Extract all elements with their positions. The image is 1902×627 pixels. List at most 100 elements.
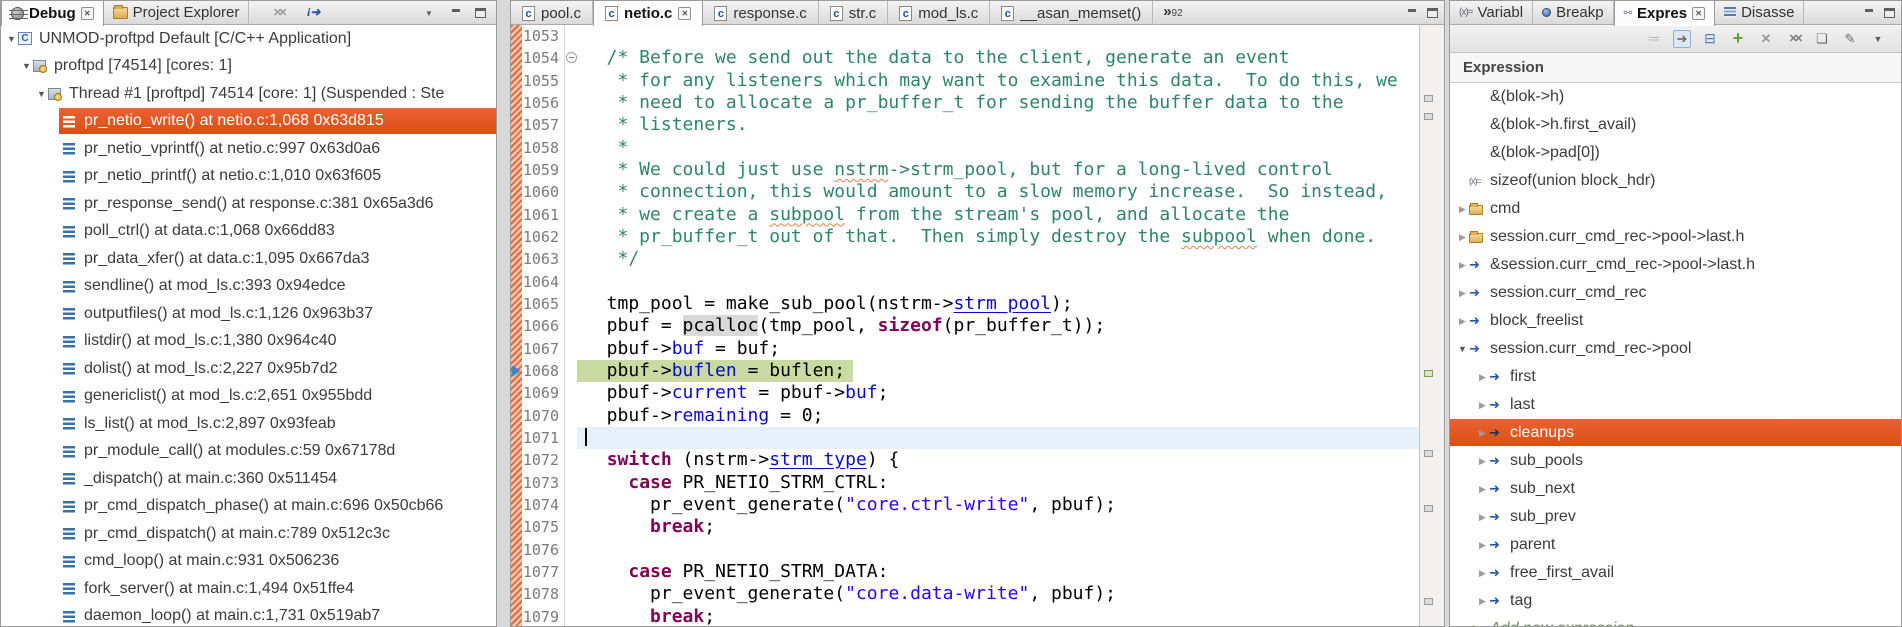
stack-row[interactable]: sendline() at mod_ls.c:393 0x94edce bbox=[1, 273, 496, 301]
tab-expres[interactable]: Expres✕ bbox=[1614, 1, 1715, 26]
expression-row[interactable]: +Add new expression bbox=[1450, 615, 1901, 626]
show-logical-structure-icon[interactable]: ➜ bbox=[1673, 30, 1691, 48]
overview-annotation[interactable] bbox=[1424, 505, 1433, 512]
stack-row[interactable]: _dispatch() at main.c:360 0x511454 bbox=[1, 465, 496, 493]
stack-row[interactable]: ls_list() at mod_ls.c:2,897 0x93feab bbox=[1, 410, 496, 438]
expander-icon[interactable]: ▶ bbox=[1456, 316, 1469, 327]
overview-annotation[interactable] bbox=[1424, 113, 1433, 120]
code-line[interactable]: * bbox=[577, 137, 1419, 159]
remove-all-terminated-icon[interactable]: ✕✕ bbox=[273, 6, 283, 19]
expander-icon[interactable]: ▶ bbox=[1476, 484, 1489, 495]
line-number-ruler[interactable]: 1053105410551056105710581059106010611062… bbox=[522, 25, 564, 626]
code-line[interactable] bbox=[577, 427, 1419, 449]
expander-icon[interactable]: ▶ bbox=[1476, 596, 1489, 607]
fold-collapse-icon[interactable] bbox=[566, 52, 577, 63]
stack-row[interactable]: pr_cmd_dispatch_phase() at main.c:696 0x… bbox=[1, 493, 496, 521]
expander-icon[interactable]: ▶ bbox=[1476, 400, 1489, 411]
stack-row[interactable]: pr_netio_write() at netio.c:1,068 0x63d8… bbox=[1, 108, 496, 136]
sash-debug-editor[interactable] bbox=[497, 0, 510, 627]
stack-row[interactable]: ▼UNMOD-proftpd Default [C/C++ Applicatio… bbox=[1, 25, 496, 53]
stack-row[interactable]: daemon_loop() at main.c:1,731 0x519ab7 bbox=[1, 603, 496, 627]
maximize-icon[interactable] bbox=[1884, 8, 1895, 18]
code-line[interactable]: pr_event_generate("core.ctrl-write", pbu… bbox=[577, 494, 1419, 516]
code-line[interactable]: pbuf->current = pbuf->buf; bbox=[577, 382, 1419, 404]
restart-icon[interactable]: i➜ bbox=[307, 5, 320, 20]
stack-row[interactable]: fork_server() at main.c:1,494 0x51ffe4 bbox=[1, 575, 496, 603]
code-line[interactable]: * need to allocate a pr_buffer_t for sen… bbox=[577, 92, 1419, 114]
stack-row[interactable]: pr_netio_printf() at netio.c:1,010 0x63f… bbox=[1, 163, 496, 191]
expander-icon[interactable]: ▶ bbox=[1476, 372, 1489, 383]
editor-tab-pool-c[interactable]: pool.c bbox=[511, 1, 593, 25]
expander-icon[interactable]: ▶ bbox=[1456, 260, 1469, 271]
editor-tab-netio-c[interactable]: netio.c✕ bbox=[593, 1, 703, 26]
editor-tab--asan-memset-[interactable]: __asan_memset() bbox=[990, 1, 1153, 25]
code-line[interactable]: switch (nstrm->strm_type) { bbox=[577, 449, 1419, 471]
tab-breakp[interactable]: Breakp bbox=[1533, 1, 1614, 24]
code-line[interactable]: case PR_NETIO_STRM_DATA: bbox=[577, 561, 1419, 583]
overview-annotation[interactable] bbox=[1424, 95, 1433, 102]
annotation-ruler[interactable] bbox=[511, 25, 522, 626]
code-line[interactable]: * connection, this would amount to a slo… bbox=[577, 181, 1419, 203]
overview-annotation[interactable] bbox=[1424, 450, 1433, 457]
tab-variabl[interactable]: Variabl bbox=[1450, 1, 1533, 24]
stack-row[interactable]: ▼Thread #1 [proftpd] 74514 [core: 1] (Su… bbox=[1, 80, 496, 108]
expression-row[interactable]: ▶session.curr_cmd_rec->pool->last.h bbox=[1450, 223, 1901, 251]
expression-row[interactable]: ▼session.curr_cmd_rec->pool bbox=[1450, 335, 1901, 363]
tab-disasse[interactable]: Disasse bbox=[1715, 1, 1804, 24]
edit-expression-icon[interactable]: ✎ bbox=[1841, 30, 1859, 48]
overview-ruler[interactable] bbox=[1419, 25, 1444, 626]
expression-row[interactable]: ▶last bbox=[1450, 391, 1901, 419]
expression-row[interactable]: ▶parent bbox=[1450, 531, 1901, 559]
code-line[interactable]: case PR_NETIO_STRM_CTRL: bbox=[577, 472, 1419, 494]
expander-icon[interactable]: ▼ bbox=[20, 61, 33, 71]
expression-row[interactable]: ▶first bbox=[1450, 363, 1901, 391]
code-line[interactable] bbox=[577, 271, 1419, 293]
code-line[interactable]: * listeners. bbox=[577, 114, 1419, 136]
code-line[interactable]: tmp_pool = make_sub_pool(nstrm->strm_poo… bbox=[577, 293, 1419, 315]
expression-row[interactable]: ▶sub_next bbox=[1450, 475, 1901, 503]
view-menu-icon[interactable]: ▼ bbox=[425, 9, 433, 18]
overview-annotation[interactable] bbox=[1424, 598, 1433, 605]
folding-ruler[interactable] bbox=[564, 25, 577, 626]
close-icon[interactable]: ✕ bbox=[81, 7, 94, 20]
view-menu-icon[interactable]: ▼ bbox=[1869, 30, 1887, 48]
expander-icon[interactable]: ▶ bbox=[1476, 512, 1489, 523]
editor-tab-response-c[interactable]: response.c bbox=[703, 1, 818, 25]
stack-row[interactable]: pr_module_call() at modules.c:59 0x67178… bbox=[1, 438, 496, 466]
editor-tab-str-c[interactable]: str.c bbox=[819, 1, 889, 25]
new-expressions-view-icon[interactable]: ❏ bbox=[1813, 30, 1831, 48]
minimize-icon[interactable] bbox=[1864, 8, 1875, 18]
stack-row[interactable]: pr_cmd_dispatch() at main.c:789 0x512c3c bbox=[1, 520, 496, 548]
maximize-icon[interactable] bbox=[475, 8, 486, 18]
code-line[interactable]: * we create a subpool from the stream's … bbox=[577, 204, 1419, 226]
expression-row[interactable]: &(blok->pad[0]) bbox=[1450, 139, 1901, 167]
overview-annotation[interactable] bbox=[1424, 370, 1433, 377]
editor-tab-mod-ls-c[interactable]: mod_ls.c bbox=[888, 1, 990, 25]
expander-icon[interactable]: ▼ bbox=[35, 89, 48, 99]
expander-icon[interactable]: ▼ bbox=[1456, 344, 1469, 354]
stack-row[interactable]: outputfiles() at mod_ls.c:1,126 0x963b37 bbox=[1, 300, 496, 328]
stack-row[interactable]: listdir() at mod_ls.c:1,380 0x964c40 bbox=[1, 328, 496, 356]
code-line[interactable]: pbuf->buflen = buflen; bbox=[577, 360, 1419, 382]
stack-row[interactable]: pr_response_send() at response.c:381 0x6… bbox=[1, 190, 496, 218]
remove-all-expressions-icon[interactable]: ✕✕ bbox=[1785, 30, 1803, 48]
stack-row[interactable]: dolist() at mod_ls.c:2,227 0x95b7d2 bbox=[1, 355, 496, 383]
expression-row[interactable]: ▶cmd bbox=[1450, 195, 1901, 223]
code-line[interactable]: pr_event_generate("core.data-write", pbu… bbox=[577, 583, 1419, 605]
add-expression-icon[interactable]: + bbox=[1729, 30, 1747, 48]
minimize-icon[interactable] bbox=[1407, 8, 1418, 18]
code-line[interactable]: pbuf = pcalloc(tmp_pool, sizeof(pr_buffe… bbox=[577, 315, 1419, 337]
expander-icon[interactable]: ▼ bbox=[5, 34, 18, 44]
stack-row[interactable]: pr_data_xfer() at data.c:1,095 0x667da3 bbox=[1, 245, 496, 273]
code-line[interactable]: break; bbox=[577, 606, 1419, 626]
expression-row[interactable]: &(blok->h) bbox=[1450, 83, 1901, 111]
stack-row[interactable]: poll_ctrl() at data.c:1,068 0x66dd83 bbox=[1, 218, 496, 246]
close-icon[interactable]: ✕ bbox=[678, 7, 691, 20]
stack-row[interactable]: ▼proftpd [74514] [cores: 1] bbox=[1, 53, 496, 81]
code-line[interactable]: pbuf->buf = buf; bbox=[577, 338, 1419, 360]
stack-row[interactable]: pr_netio_vprintf() at netio.c:997 0x63d0… bbox=[1, 135, 496, 163]
expression-row[interactable]: ▶sub_prev bbox=[1450, 503, 1901, 531]
code-line[interactable]: * We could just use nstrm->strm_pool, bu… bbox=[577, 159, 1419, 181]
code-line[interactable]: /* Before we send out the data to the cl… bbox=[577, 47, 1419, 69]
code-text-area[interactable]: /* Before we send out the data to the cl… bbox=[577, 25, 1419, 626]
